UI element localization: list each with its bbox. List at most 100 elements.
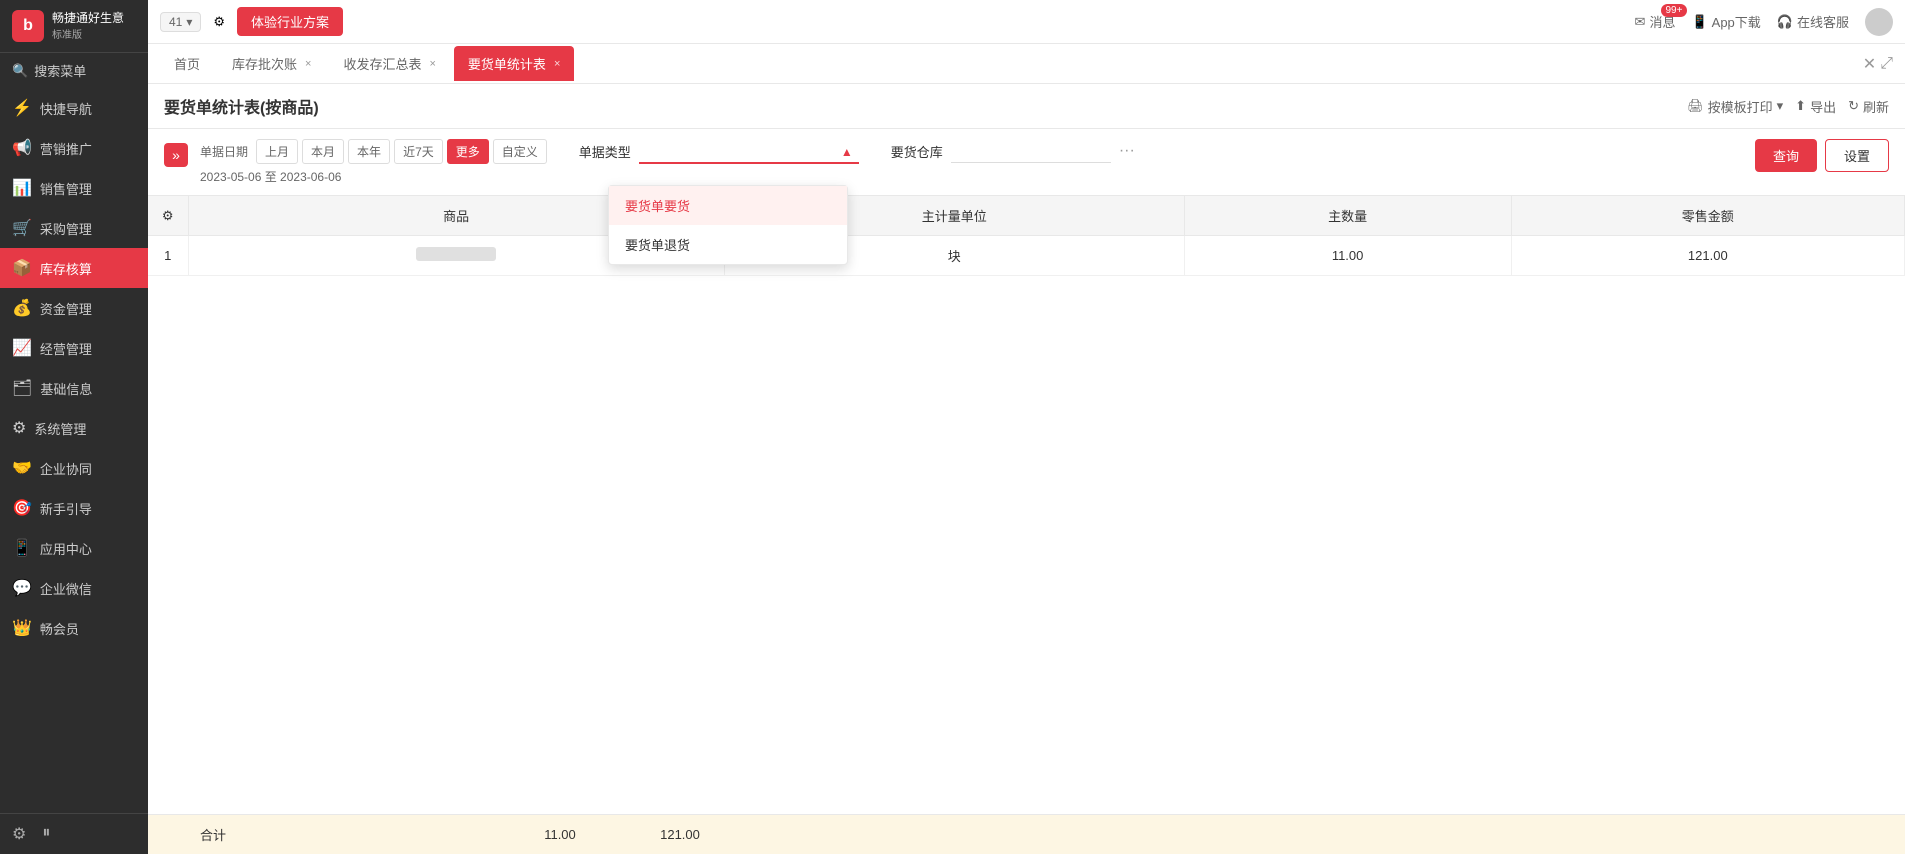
footer-amount: 121.00 xyxy=(620,827,740,842)
sidebar-item-members[interactable]: 👑 畅会员 xyxy=(0,608,148,648)
sidebar-item-wechat-label: 企业微信 xyxy=(40,579,92,598)
footer-label: 合计 xyxy=(200,825,400,844)
print-btn[interactable]: 🖨 按模板打印 ▾ xyxy=(1687,97,1783,116)
sidebar-item-system[interactable]: ⚙ 系统管理 xyxy=(0,408,148,448)
operations-icon: 📈 xyxy=(12,338,32,358)
tab-receipts-summary-label: 收发存汇总表 xyxy=(343,54,421,73)
tab-id-chevron-icon[interactable]: ▾ xyxy=(186,15,192,29)
date-btn-this-month[interactable]: 本月 xyxy=(302,139,344,164)
tab-close-all-icon[interactable]: ✕ xyxy=(1863,54,1876,74)
header-settings-icon[interactable]: ⚙ xyxy=(213,14,225,30)
system-icon: ⚙ xyxy=(12,418,26,438)
refresh-btn[interactable]: ↻ 刷新 xyxy=(1848,97,1889,116)
user-avatar[interactable] xyxy=(1865,8,1893,36)
tab-receipts-summary-close[interactable]: × xyxy=(429,58,435,70)
sidebar-item-inventory[interactable]: 📦 库存核算 xyxy=(0,248,148,288)
export-icon: ⬆ xyxy=(1795,98,1806,114)
sidebar-bottom: ⚙ ⏸ xyxy=(0,813,148,854)
sidebar-item-sales-label: 销售管理 xyxy=(40,179,92,198)
th-amount: 零售金额 xyxy=(1511,196,1904,236)
filter-expand-btn[interactable]: » xyxy=(164,143,188,167)
settings-btn[interactable]: 设置 xyxy=(1825,139,1889,172)
sidebar-item-marketing[interactable]: 📢 营销推广 xyxy=(0,128,148,168)
main-area: 41 ▾ ⚙ 体验行业方案 ✉ 消息 99+ 📱 App下载 🎧 在线客服 首页 xyxy=(148,0,1905,854)
warehouse-filter-input[interactable] xyxy=(951,139,1111,163)
logo-icon: b xyxy=(12,10,44,42)
type-filter-input[interactable] xyxy=(639,139,859,164)
sidebar-item-finance-label: 资金管理 xyxy=(40,299,92,318)
collapse-icon[interactable]: ⏸ xyxy=(42,824,50,844)
sidebar-item-quick-nav[interactable]: ⚡ 快捷导航 xyxy=(0,88,148,128)
th-quantity: 主数量 xyxy=(1184,196,1511,236)
sidebar-nav: ⚡ 快捷导航 📢 营销推广 📊 销售管理 🛒 采购管理 📦 库存核算 💰 资金管… xyxy=(0,88,148,813)
sidebar-item-operations[interactable]: 📈 经营管理 xyxy=(0,328,148,368)
date-filter-label: 单据日期 xyxy=(200,143,248,160)
warehouse-more-icon[interactable]: ··· xyxy=(1119,142,1135,160)
date-btn-this-year[interactable]: 本年 xyxy=(348,139,390,164)
date-filter-row: 单据日期 上月 本月 本年 近7天 更多 自定义 xyxy=(200,139,547,164)
sidebar-item-sales[interactable]: 📊 销售管理 xyxy=(0,168,148,208)
date-btn-last-month[interactable]: 上月 xyxy=(256,139,298,164)
date-btn-custom[interactable]: 自定义 xyxy=(493,139,547,164)
product-placeholder xyxy=(416,247,496,261)
app-download-btn[interactable]: 📱 App下载 xyxy=(1691,12,1760,31)
tab-maximize-icon[interactable]: ⤢ xyxy=(1880,55,1893,73)
sidebar-item-purchase[interactable]: 🛒 采购管理 xyxy=(0,208,148,248)
quick-nav-icon: ⚡ xyxy=(12,98,32,118)
basic-icon: 🗂 xyxy=(12,378,32,398)
sidebar: b 畅捷通好生意 标准版 🔍 搜索菜单 ⚡ 快捷导航 📢 营销推广 📊 销售管理… xyxy=(0,0,148,854)
export-btn[interactable]: ⬆ 导出 xyxy=(1795,97,1836,116)
page-header: 要货单统计表(按商品) 🖨 按模板打印 ▾ ⬆ 导出 ↻ 刷新 xyxy=(148,84,1905,129)
sidebar-item-apps[interactable]: 📱 应用中心 xyxy=(0,528,148,568)
print-chevron-icon: ▾ xyxy=(1777,98,1784,114)
tab-id-badge: 41 ▾ xyxy=(160,12,201,32)
print-icon: 🖨 xyxy=(1687,98,1704,114)
dropdown-item-order-return[interactable]: 要货单退货 xyxy=(609,225,847,264)
date-filter-group: 单据日期 上月 本月 本年 近7天 更多 自定义 2023-05-06 至 20… xyxy=(200,139,547,185)
date-btn-7days[interactable]: 近7天 xyxy=(394,139,443,164)
query-btn[interactable]: 查询 xyxy=(1755,139,1817,172)
settings-bottom-icon[interactable]: ⚙ xyxy=(12,824,26,844)
tab-home[interactable]: 首页 xyxy=(160,46,214,81)
tab-expand-controls: ✕ ⤢ xyxy=(1863,54,1893,74)
dropdown-item-order-goods[interactable]: 要货单要货 xyxy=(609,186,847,225)
tab-order-summary-close[interactable]: × xyxy=(554,58,560,70)
sidebar-item-wechat[interactable]: 💬 企业微信 xyxy=(0,568,148,608)
table-header-row: ⚙ 商品 主计量单位 主数量 零售金额 xyxy=(148,196,1905,236)
export-label: 导出 xyxy=(1810,97,1836,116)
type-filter-arrow-icon[interactable]: ▲ xyxy=(841,145,853,159)
sidebar-item-enterprise[interactable]: 🤝 企业协同 xyxy=(0,448,148,488)
sidebar-search-label: 搜索菜单 xyxy=(34,61,86,80)
search-icon: 🔍 xyxy=(12,63,28,79)
finance-icon: 💰 xyxy=(12,298,32,318)
messages-btn[interactable]: ✉ 消息 99+ xyxy=(1635,12,1676,31)
page-content: 要货单统计表(按商品) 🖨 按模板打印 ▾ ⬆ 导出 ↻ 刷新 » xyxy=(148,84,1905,854)
page-title: 要货单统计表(按商品) xyxy=(164,94,319,118)
purchase-icon: 🛒 xyxy=(12,218,32,238)
page-actions: 🖨 按模板打印 ▾ ⬆ 导出 ↻ 刷新 xyxy=(1687,97,1889,116)
sidebar-search[interactable]: 🔍 搜索菜单 xyxy=(0,53,148,88)
tab-inventory-batch-label: 库存批次账 xyxy=(232,54,297,73)
tab-receipts-summary[interactable]: 收发存汇总表 × xyxy=(329,46,449,81)
sidebar-item-basic[interactable]: 🗂 基础信息 xyxy=(0,368,148,408)
table-row: 1 块 11.00 121.00 xyxy=(148,236,1905,276)
sidebar-item-system-label: 系统管理 xyxy=(34,419,86,438)
type-filter-group: 单据类型 ▲ xyxy=(579,139,859,164)
cell-amount: 121.00 xyxy=(1511,236,1904,276)
sidebar-item-guide-label: 新手引导 xyxy=(40,499,92,518)
sidebar-item-finance[interactable]: 💰 资金管理 xyxy=(0,288,148,328)
date-btn-more[interactable]: 更多 xyxy=(447,139,489,164)
sidebar-item-guide[interactable]: 🎯 新手引导 xyxy=(0,488,148,528)
th-settings[interactable]: ⚙ xyxy=(148,196,188,236)
type-dropdown-menu: 要货单要货 要货单退货 xyxy=(608,185,848,265)
tab-order-summary[interactable]: 要货单统计表 × xyxy=(454,46,574,81)
tab-order-summary-label: 要货单统计表 xyxy=(468,54,546,73)
tab-inventory-batch-close[interactable]: × xyxy=(305,58,311,70)
marketing-icon: 📢 xyxy=(12,138,32,158)
tab-inventory-batch[interactable]: 库存批次账 × xyxy=(218,46,325,81)
online-service-btn[interactable]: 🎧 在线客服 xyxy=(1777,12,1849,31)
top-header: 41 ▾ ⚙ 体验行业方案 ✉ 消息 99+ 📱 App下载 🎧 在线客服 xyxy=(148,0,1905,44)
trial-btn[interactable]: 体验行业方案 xyxy=(237,7,343,36)
wechat-icon: 💬 xyxy=(12,578,32,598)
messages-badge: 99+ xyxy=(1661,4,1688,17)
